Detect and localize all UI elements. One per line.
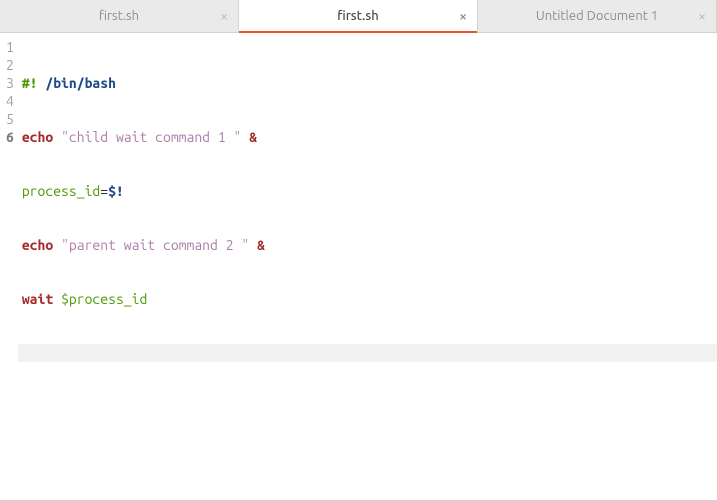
line-number: 2 [6,56,14,74]
code-line: #! /bin/bash [18,74,717,92]
code-line: wait $process_id [18,290,717,308]
token-equals: = [100,183,108,199]
line-number: 6 [6,128,14,146]
close-icon[interactable]: × [459,9,467,23]
close-icon[interactable]: × [698,9,706,23]
tab-first-sh-1[interactable]: first.sh × [0,0,239,32]
code-line: echo "parent wait command 2 " & [18,236,717,254]
tab-label: first.sh [337,9,379,23]
token-keyword: echo [22,129,53,145]
code-line: process_id=$! [18,182,717,200]
line-number: 3 [6,74,14,92]
line-number: 4 [6,92,14,110]
line-number: 5 [6,110,14,128]
token-keyword: echo [22,237,53,253]
code-area[interactable]: #! /bin/bash echo "child wait command 1 … [18,33,717,500]
token-special: $! [108,183,124,199]
token-operator: & [249,129,257,145]
tab-untitled-1[interactable]: Untitled Document 1 × [478,0,717,32]
close-icon[interactable]: × [220,9,228,23]
code-line-current [18,344,717,362]
tab-first-sh-2[interactable]: first.sh × [239,0,478,32]
tab-bar: first.sh × first.sh × Untitled Document … [0,0,717,33]
code-editor[interactable]: 1 2 3 4 5 6 #! /bin/bash echo "child wai… [0,33,717,500]
token-shebang: #! [22,75,38,91]
token-variable: process_id [22,183,100,199]
line-number-gutter: 1 2 3 4 5 6 [0,33,18,500]
token-keyword: wait [22,291,53,307]
token-variable: $process_id [61,291,147,307]
token-string: "child wait command 1 " [61,129,241,145]
tab-label: Untitled Document 1 [536,9,658,23]
code-line: echo "child wait command 1 " & [18,128,717,146]
token-operator: & [257,237,265,253]
token-string: "parent wait command 2 " [61,237,249,253]
line-number: 1 [6,38,14,56]
tab-label: first.sh [99,9,139,23]
token-shebang-path: /bin/bash [38,75,116,91]
